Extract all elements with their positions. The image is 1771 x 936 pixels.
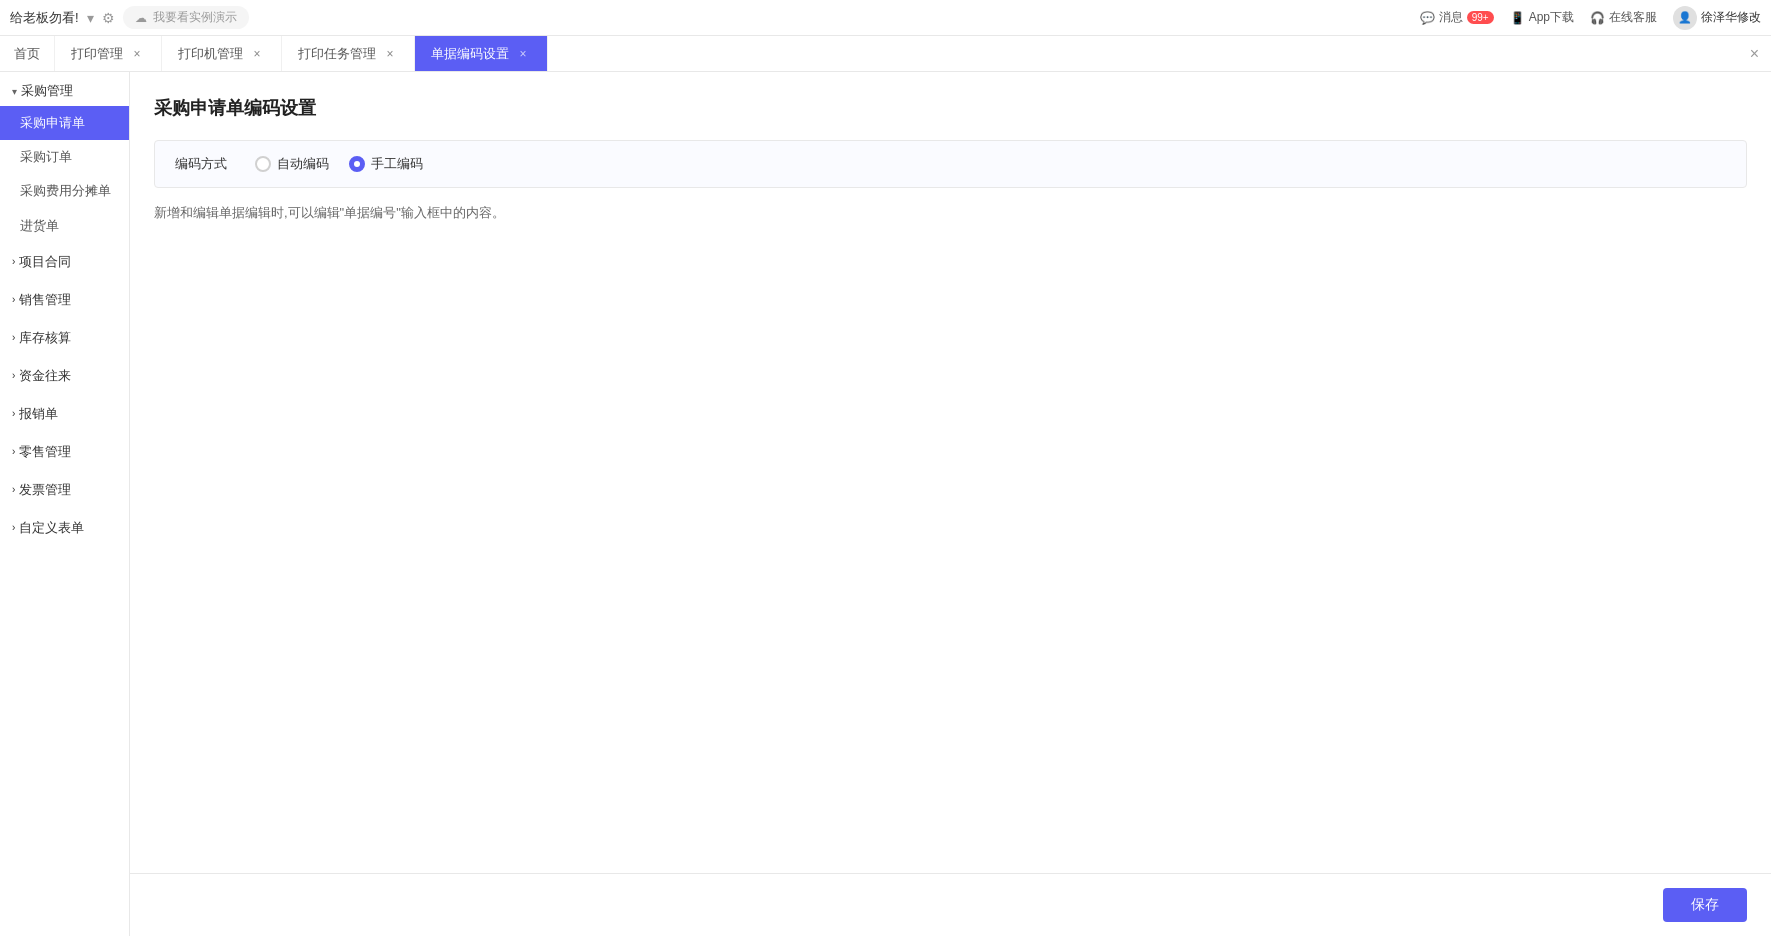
tab-printer-management-label: 打印机管理 — [178, 45, 243, 63]
tab-print-management-close[interactable]: × — [129, 46, 145, 62]
content-footer: 保存 — [130, 873, 1771, 936]
top-bar-left: 给老板勿看! ▾ ⚙ ☁ 我要看实例演示 — [10, 6, 249, 29]
sidebar-item-sales-management[interactable]: › 销售管理 — [0, 281, 129, 319]
sidebar-item-purchase-expense[interactable]: 采购费用分摊单 — [0, 174, 129, 208]
avatar: 👤 — [1673, 6, 1697, 30]
app-download-label: App下载 — [1529, 9, 1574, 26]
sidebar-item-purchase-expense-label: 采购费用分摊单 — [20, 183, 111, 198]
sidebar-item-inventory[interactable]: › 库存核算 — [0, 319, 129, 357]
info-text: 新增和编辑单据编辑时,可以编辑"单据编号"输入框中的内容。 — [154, 188, 1747, 222]
sidebar-item-sales-management-label: 销售管理 — [19, 291, 71, 309]
tab-print-task-management[interactable]: 打印任务管理 × — [282, 36, 415, 71]
sidebar-item-capital-label: 资金往来 — [19, 367, 71, 385]
tab-voucher-code-setting[interactable]: 单据编码设置 × — [415, 36, 548, 71]
radio-manual-code[interactable]: 手工编码 — [349, 155, 423, 173]
coding-row: 编码方式 自动编码 手工编码 — [155, 141, 1746, 187]
radio-auto-circle — [255, 156, 271, 172]
sidebar-item-project-contract-label: 项目合同 — [19, 253, 71, 271]
search-text: 我要看实例演示 — [153, 9, 237, 26]
page-title: 采购申请单编码设置 — [154, 96, 1747, 120]
chevron-right-icon: › — [12, 522, 15, 533]
message-icon: 💬 — [1420, 11, 1435, 25]
chevron-right-icon: › — [12, 446, 15, 457]
tab-print-management[interactable]: 打印管理 × — [55, 36, 162, 71]
headset-icon: 🎧 — [1590, 11, 1605, 25]
user-name: 徐泽华修改 — [1701, 9, 1761, 26]
gear-icon[interactable]: ⚙ — [102, 10, 115, 26]
tab-print-task-management-close[interactable]: × — [382, 46, 398, 62]
radio-group: 自动编码 手工编码 — [255, 155, 423, 173]
sidebar-item-purchase-order-label: 采购订单 — [20, 149, 72, 164]
sidebar-group-purchase[interactable]: ▾ 采购管理 — [0, 72, 129, 106]
message-label: 消息 — [1439, 9, 1463, 26]
radio-auto-code[interactable]: 自动编码 — [255, 155, 329, 173]
save-button[interactable]: 保存 — [1663, 888, 1747, 922]
tab-bar: 首页 打印管理 × 打印机管理 × 打印任务管理 × 单据编码设置 × × — [0, 36, 1771, 72]
tab-printer-management[interactable]: 打印机管理 × — [162, 36, 282, 71]
chevron-right-icon: › — [12, 256, 15, 267]
sidebar-item-capital[interactable]: › 资金往来 — [0, 357, 129, 395]
radio-manual-circle — [349, 156, 365, 172]
sidebar-item-project-contract[interactable]: › 项目合同 — [0, 243, 129, 281]
top-bar: 给老板勿看! ▾ ⚙ ☁ 我要看实例演示 💬 消息 99+ 📱 App下载 🎧 … — [0, 0, 1771, 36]
sidebar-group-purchase-label: 采购管理 — [21, 82, 73, 100]
user-profile[interactable]: 👤 徐泽华修改 — [1673, 6, 1761, 30]
chevron-down-icon: ▾ — [12, 86, 17, 97]
sidebar-item-invoice[interactable]: › 发票管理 — [0, 471, 129, 509]
message-badge: 99+ — [1467, 11, 1494, 24]
chevron-right-icon: › — [12, 294, 15, 305]
brand-text: 给老板勿看! — [10, 9, 79, 27]
sidebar-item-returns-label: 报销单 — [19, 405, 58, 423]
sidebar-item-purchase-requisition[interactable]: 采购申请单 — [0, 106, 129, 140]
coding-settings: 编码方式 自动编码 手工编码 — [154, 140, 1747, 188]
chevron-right-icon: › — [12, 484, 15, 495]
message-action[interactable]: 💬 消息 99+ — [1420, 9, 1494, 26]
sidebar-item-goods-receipt-label: 进货单 — [20, 218, 59, 233]
sidebar-item-purchase-order[interactable]: 采购订单 — [0, 140, 129, 174]
sidebar-item-custom-form-label: 自定义表单 — [19, 519, 84, 537]
radio-manual-label: 手工编码 — [371, 155, 423, 173]
sidebar-item-purchase-requisition-label: 采购申请单 — [20, 115, 85, 130]
tab-voucher-code-setting-label: 单据编码设置 — [431, 45, 509, 63]
customer-service-action[interactable]: 🎧 在线客服 — [1590, 9, 1657, 26]
sidebar: ▾ 采购管理 采购申请单 采购订单 采购费用分摊单 进货单 › 项目合同 › 销… — [0, 72, 130, 936]
chevron-right-icon: › — [12, 408, 15, 419]
cloud-icon: ☁ — [135, 11, 147, 25]
sidebar-item-invoice-label: 发票管理 — [19, 481, 71, 499]
coding-label: 编码方式 — [175, 155, 235, 173]
app-download-action[interactable]: 📱 App下载 — [1510, 9, 1574, 26]
sidebar-item-retail[interactable]: › 零售管理 — [0, 433, 129, 471]
sidebar-item-custom-form[interactable]: › 自定义表单 — [0, 509, 129, 547]
tab-home[interactable]: 首页 — [0, 36, 55, 71]
tab-voucher-code-setting-close[interactable]: × — [515, 46, 531, 62]
dropdown-icon[interactable]: ▾ — [87, 10, 94, 26]
main-layout: ▾ 采购管理 采购申请单 采购订单 采购费用分摊单 进货单 › 项目合同 › 销… — [0, 72, 1771, 936]
tab-home-label: 首页 — [14, 45, 40, 63]
tab-bar-close[interactable]: × — [1750, 45, 1771, 63]
tab-print-task-management-label: 打印任务管理 — [298, 45, 376, 63]
tab-printer-management-close[interactable]: × — [249, 46, 265, 62]
top-bar-right: 💬 消息 99+ 📱 App下载 🎧 在线客服 👤 徐泽华修改 — [1420, 6, 1761, 30]
content-area: 采购申请单编码设置 编码方式 自动编码 手工编码 — [130, 72, 1771, 936]
tab-print-management-label: 打印管理 — [71, 45, 123, 63]
sidebar-item-goods-receipt[interactable]: 进货单 — [0, 209, 129, 243]
sidebar-section-purchase: ▾ 采购管理 采购申请单 采购订单 采购费用分摊单 进货单 — [0, 72, 129, 243]
radio-auto-label: 自动编码 — [277, 155, 329, 173]
sidebar-item-inventory-label: 库存核算 — [19, 329, 71, 347]
sidebar-item-retail-label: 零售管理 — [19, 443, 71, 461]
sidebar-item-returns[interactable]: › 报销单 — [0, 395, 129, 433]
mobile-icon: 📱 — [1510, 11, 1525, 25]
chevron-right-icon: › — [12, 332, 15, 343]
content-inner: 采购申请单编码设置 编码方式 自动编码 手工编码 — [130, 72, 1771, 873]
customer-service-label: 在线客服 — [1609, 9, 1657, 26]
search-bar[interactable]: ☁ 我要看实例演示 — [123, 6, 249, 29]
chevron-right-icon: › — [12, 370, 15, 381]
